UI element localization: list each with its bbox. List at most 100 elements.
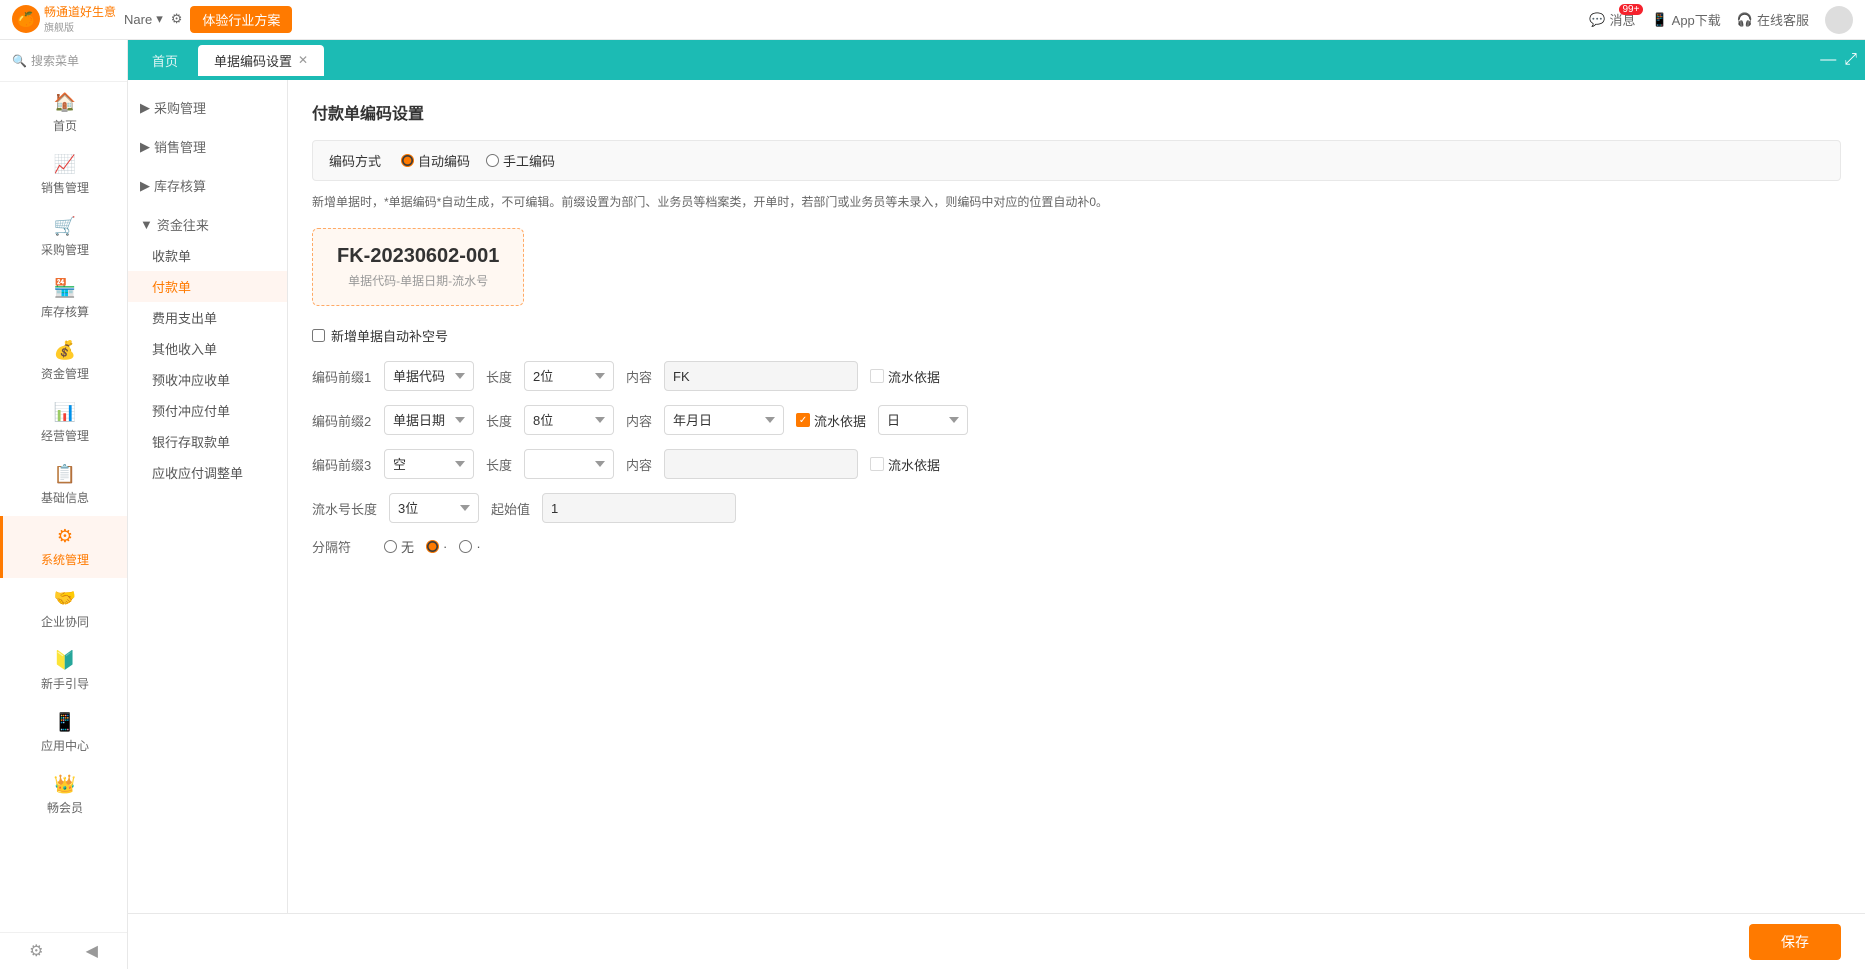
code-preview: FK-20230602-001 单据代码-单据日期-流水号 [312, 228, 524, 306]
waterfall2-unit-select[interactable]: 日 [878, 405, 968, 435]
nav-dropdown[interactable]: Nare ▾ [124, 11, 163, 27]
avatar[interactable] [1825, 6, 1853, 34]
sidebar-item-purchase[interactable]: 🛒 采购管理 [0, 206, 127, 268]
subnav-item-other-income[interactable]: 其他收入单 [128, 333, 287, 364]
sidebar-item-label: 经营管理 [41, 427, 89, 444]
auto-fill-row: 新增单据自动补空号 [312, 326, 1841, 345]
waterfall3-checkbox[interactable] [870, 457, 884, 471]
app-download-button[interactable]: 📱 App下载 [1651, 10, 1720, 29]
main-layout: 🔍 搜索菜单 🏠 首页 📈 销售管理 🛒 采购管理 🏪 库存核算 💰 资金管理 … [0, 40, 1865, 969]
prefix3-select[interactable]: 空 [384, 449, 474, 479]
tab-home[interactable]: 首页 [136, 45, 194, 76]
sidebar-item-basic[interactable]: 📋 基础信息 [0, 454, 127, 516]
search-menu-button[interactable]: 🔍 搜索菜单 [8, 48, 119, 73]
sidebar-item-label: 新手引导 [41, 675, 89, 692]
start-value-input[interactable] [542, 493, 736, 523]
footer-collapse-button[interactable]: ◀ [86, 941, 98, 961]
subnav-item-expense[interactable]: 费用支出单 [128, 302, 287, 333]
sidebar-item-operations[interactable]: 📊 经营管理 [0, 392, 127, 454]
tab-maximize-button[interactable]: ⤢ [1844, 51, 1857, 69]
waterfall1-checkbox[interactable] [870, 369, 884, 383]
message-icon: 💬 [1589, 12, 1605, 28]
content-area: 首页 单据编码设置 ✕ — ⤢ ▶ 采购管理 [128, 40, 1865, 969]
sep-none-radio[interactable] [384, 540, 397, 553]
sidebar-item-member[interactable]: 👑 畅会员 [0, 764, 127, 826]
logo-text-block: 畅通道好生意 旗舰版 [44, 5, 116, 34]
sep-dash-radio[interactable] [459, 540, 472, 553]
search-menu-label: 搜索菜单 [31, 52, 79, 69]
subnav-item-prepay-receivable[interactable]: 预收冲应收单 [128, 364, 287, 395]
tab-close-icon[interactable]: ✕ [298, 53, 308, 67]
prefix2-label: 编码前缀2 [312, 411, 372, 430]
prefix2-row: 编码前缀2 单据日期 长度 8位 内容 年月日 ✓ 流水依据 [312, 405, 1841, 435]
auto-encode-label: 自动编码 [418, 151, 470, 170]
waterfall3-option[interactable]: 流水依据 [870, 455, 940, 474]
subnav-group-purchase: ▶ 采购管理 [128, 88, 287, 127]
waterfall1-option[interactable]: 流水依据 [870, 367, 940, 386]
length3-select[interactable] [524, 449, 614, 479]
tab-encode-label: 单据编码设置 [214, 51, 292, 70]
tab-encode-settings[interactable]: 单据编码设置 ✕ [198, 45, 324, 76]
online-service-button[interactable]: 🎧 在线客服 [1737, 10, 1809, 29]
form-area: 付款单编码设置 编码方式 自动编码 手工编码 [288, 80, 1865, 913]
subnav-item-receipt[interactable]: 收款单 [128, 240, 287, 271]
footer-settings-button[interactable]: ⚙ [29, 941, 43, 961]
content1-label: 内容 [626, 367, 652, 386]
topbar-nav: Nare ▾ ⚙ 体验行业方案 [124, 6, 292, 33]
tab-home-label: 首页 [152, 54, 178, 69]
subnav-group-sales-title[interactable]: ▶ 销售管理 [128, 131, 287, 162]
sidebar-item-home[interactable]: 🏠 首页 [0, 82, 127, 144]
prefix2-select[interactable]: 单据日期 [384, 405, 474, 435]
sidebar-item-guide[interactable]: 🔰 新手引导 [0, 640, 127, 702]
sidebar-item-system[interactable]: ⚙ 系统管理 [0, 516, 127, 578]
save-button[interactable]: 保存 [1749, 924, 1841, 960]
length1-select[interactable]: 2位 [524, 361, 614, 391]
message-badge: 99+ [1619, 4, 1644, 15]
content-inner: ▶ 采购管理 ▶ 销售管理 ▶ 库存核算 [128, 80, 1865, 913]
auto-encode-option[interactable]: 自动编码 [401, 151, 470, 170]
sep-dash-option[interactable]: · [459, 539, 480, 554]
separator-row: 分隔符 无 · · [312, 537, 1841, 556]
sep-dot-radio[interactable] [426, 540, 439, 553]
tab-minimize-button[interactable]: — [1820, 51, 1836, 69]
serial-length-select[interactable]: 3位 [389, 493, 479, 523]
start-value-label: 起始值 [491, 499, 530, 518]
waterfall2-checkbox[interactable]: ✓ [796, 413, 810, 427]
auto-encode-radio[interactable] [401, 154, 414, 167]
sidebar-item-label: 系统管理 [41, 551, 89, 568]
subnav-group-inventory-title[interactable]: ▶ 库存核算 [128, 170, 287, 201]
waterfall2-option[interactable]: ✓ 流水依据 [796, 411, 866, 430]
sidebar-item-finance[interactable]: 💰 资金管理 [0, 330, 127, 392]
message-button[interactable]: 💬 消息 99+ [1589, 10, 1635, 29]
manual-encode-option[interactable]: 手工编码 [486, 151, 555, 170]
subnav-group-finance-title[interactable]: ▼ 资金往来 [128, 209, 287, 240]
subnav-item-bank[interactable]: 银行存取款单 [128, 426, 287, 457]
subnav-item-payment[interactable]: 付款单 [128, 271, 287, 302]
waterfall2-label: 流水依据 [814, 411, 866, 430]
subnav-group-sales: ▶ 销售管理 [128, 127, 287, 166]
sep-dot-option[interactable]: · [426, 539, 447, 554]
sales-icon: 📈 [54, 154, 76, 175]
operations-icon: 📊 [54, 402, 76, 423]
subnav-item-prepay-payable[interactable]: 预付冲应付单 [128, 395, 287, 426]
content3-input[interactable] [664, 449, 858, 479]
content2-select[interactable]: 年月日 [664, 405, 784, 435]
logo-sub: 旗舰版 [44, 19, 116, 34]
auto-fill-checkbox[interactable] [312, 329, 325, 342]
subnav-item-adjustment[interactable]: 应收应付调整单 [128, 457, 287, 488]
enterprise-icon: 🤝 [54, 588, 76, 609]
sidebar-item-apps[interactable]: 📱 应用中心 [0, 702, 127, 764]
subnav-group-purchase-title[interactable]: ▶ 采购管理 [128, 92, 287, 123]
content3-label: 内容 [626, 455, 652, 474]
sep-none-option[interactable]: 无 [384, 537, 414, 556]
sidebar-item-sales[interactable]: 📈 销售管理 [0, 144, 127, 206]
length2-select[interactable]: 8位 [524, 405, 614, 435]
prefix1-select[interactable]: 单据代码 [384, 361, 474, 391]
sidebar-item-label: 畅会员 [47, 799, 83, 816]
trial-button[interactable]: 体验行业方案 [190, 6, 292, 33]
sidebar-item-inventory[interactable]: 🏪 库存核算 [0, 268, 127, 330]
sidebar-item-enterprise[interactable]: 🤝 企业协同 [0, 578, 127, 640]
manual-encode-radio[interactable] [486, 154, 499, 167]
settings-icon[interactable]: ⚙ [171, 11, 183, 27]
sidebar-item-label: 资金管理 [41, 365, 89, 382]
